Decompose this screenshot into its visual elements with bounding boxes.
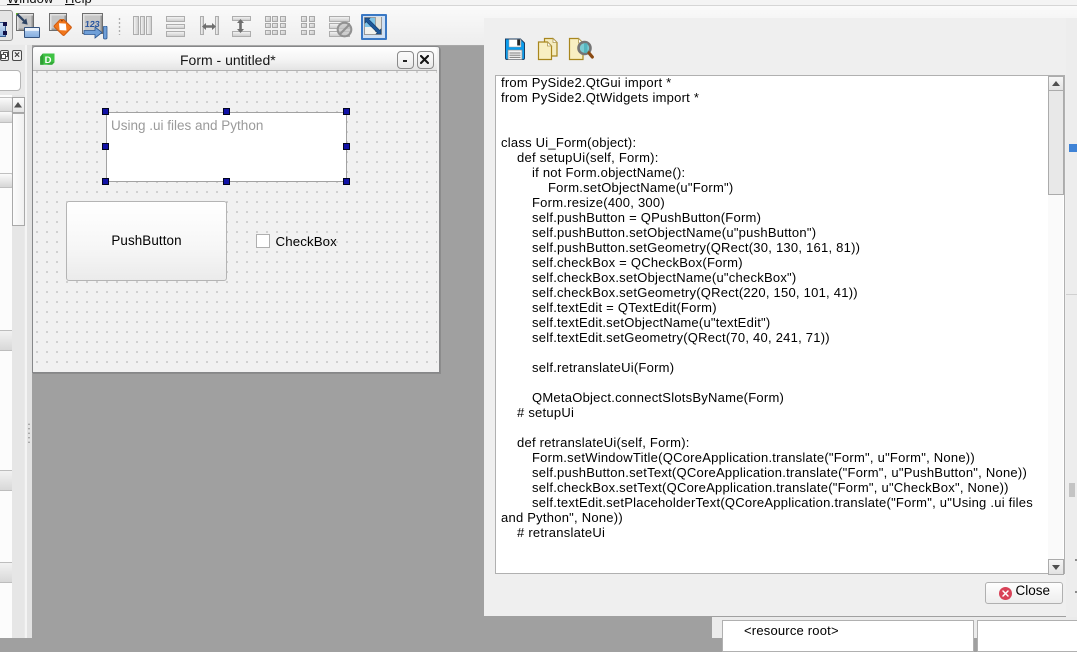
svg-text:D: D bbox=[44, 55, 51, 66]
